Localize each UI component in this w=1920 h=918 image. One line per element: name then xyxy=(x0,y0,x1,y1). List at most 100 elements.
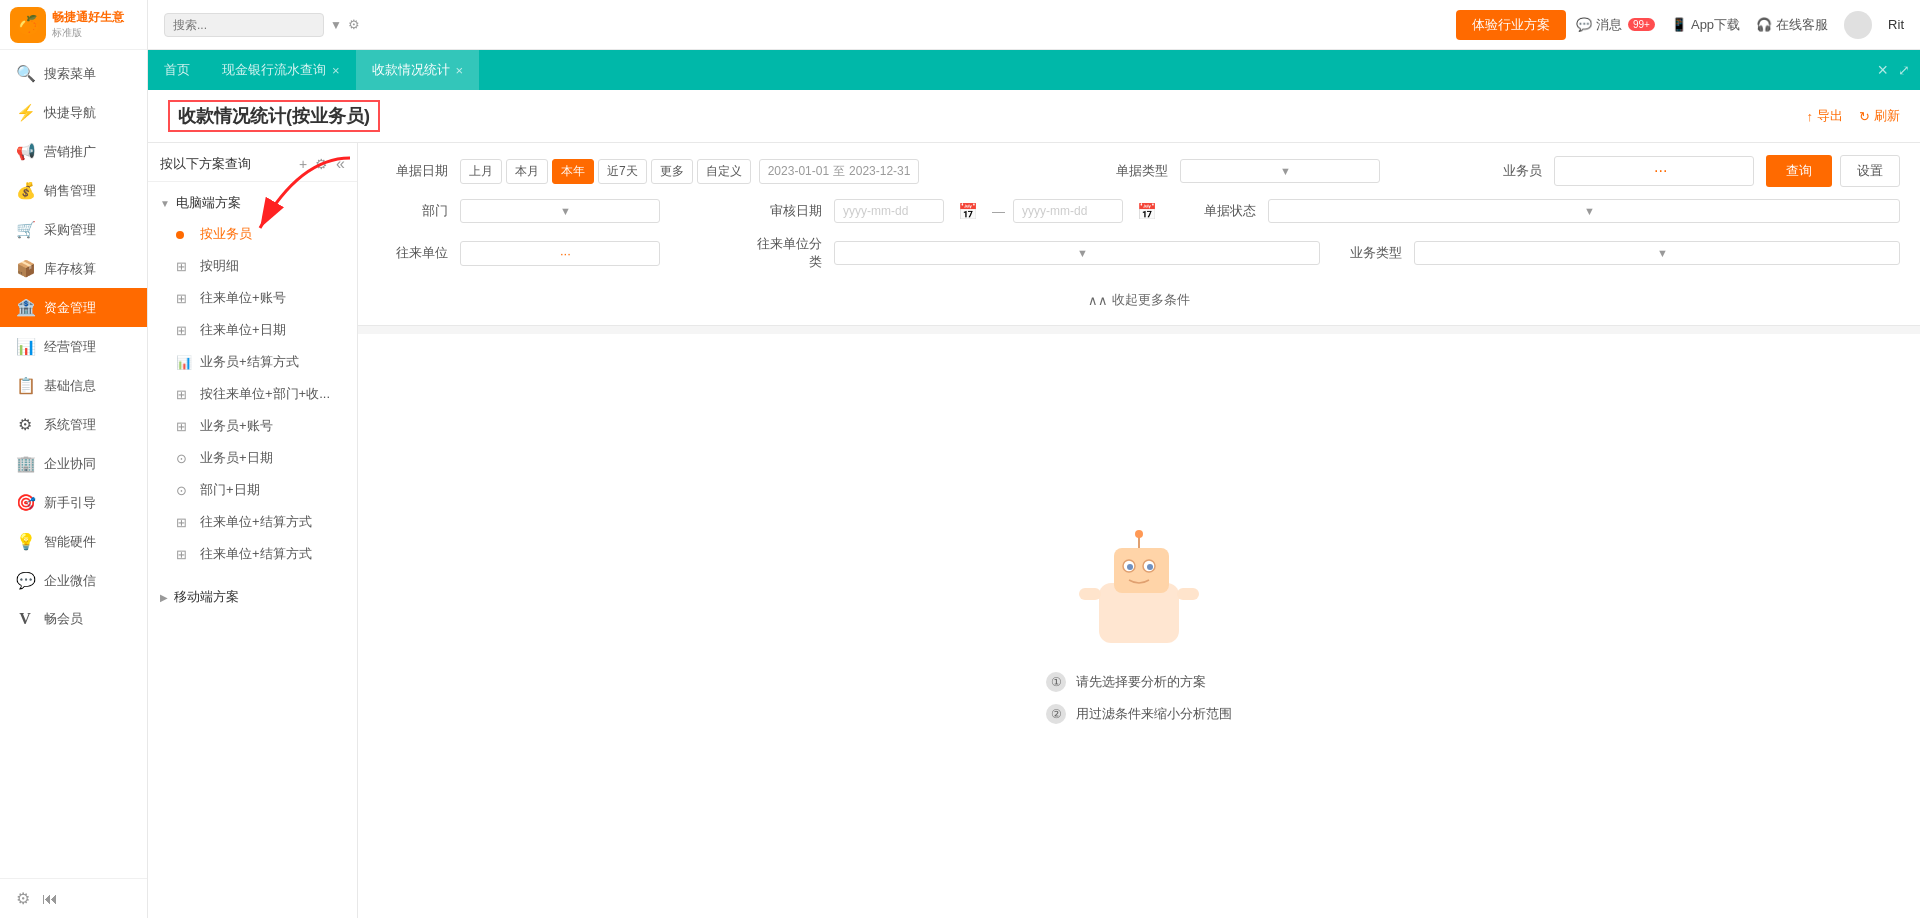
customer-category-select[interactable]: ▼ xyxy=(834,241,1320,265)
scheme-item-unit-settlement2[interactable]: ⊞ 往来单位+结算方式 xyxy=(148,538,357,570)
audit-end-input[interactable]: yyyy-mm-dd xyxy=(1013,199,1123,223)
scheme-category-desktop[interactable]: ▼ 电脑端方案 xyxy=(148,188,357,218)
sidebar-item-purchase[interactable]: 🛒 采购管理 xyxy=(0,210,147,249)
user-name[interactable]: Rit xyxy=(1888,17,1904,32)
scheme-item-by-staff[interactable]: 按业务员 xyxy=(148,218,357,250)
sidebar-item-wechat[interactable]: 💬 企业微信 xyxy=(0,561,147,600)
customer-input[interactable]: ··· xyxy=(460,241,660,266)
tab-collection-close[interactable]: × xyxy=(456,63,464,78)
sidebar-item-marketing[interactable]: 📢 营销推广 xyxy=(0,132,147,171)
sidebar-item-operations[interactable]: 📊 经营管理 xyxy=(0,327,147,366)
date-btn-7days[interactable]: 近7天 xyxy=(598,159,647,184)
dept-select[interactable]: ▼ xyxy=(460,199,660,223)
left-panel-collapse-icon[interactable]: « xyxy=(336,155,345,173)
doc-type-select[interactable]: ▼ xyxy=(1180,159,1380,183)
wechat-icon: 💬 xyxy=(16,571,34,590)
date-btn-custom[interactable]: 自定义 xyxy=(697,159,751,184)
scheme-category-mobile[interactable]: ▶ 移动端方案 xyxy=(148,582,357,612)
operations-icon: 📊 xyxy=(16,337,34,356)
date-btn-last-month[interactable]: 上月 xyxy=(460,159,502,184)
customer-more-icon[interactable]: ··· xyxy=(560,246,651,261)
right-panel: 单据日期 上月 本月 本年 近7天 更多 自定义 2023- xyxy=(358,143,1920,918)
audit-start-input[interactable]: yyyy-mm-dd xyxy=(834,199,944,223)
doc-status-select[interactable]: ▼ xyxy=(1268,199,1900,223)
staff-select[interactable]: ··· xyxy=(1554,156,1754,186)
tab-close-all-icon[interactable]: × xyxy=(1877,60,1888,81)
empty-state-area: ① 请先选择要分析的方案 ② 用过滤条件来缩小分析范围 xyxy=(358,334,1920,918)
query-actions: 查询 设置 xyxy=(1766,155,1900,187)
scheme-item-dept-date[interactable]: ⊙ 部门+日期 xyxy=(148,474,357,506)
app-download-button[interactable]: 📱 App下载 xyxy=(1671,16,1740,34)
left-panel-settings-icon[interactable]: ⚙ xyxy=(315,156,328,172)
scheme-item-unit-dept[interactable]: ⊞ 按往来单位+部门+收... xyxy=(148,378,357,410)
sidebar-item-enterprise[interactable]: 🏢 企业协同 xyxy=(0,444,147,483)
user-avatar[interactable] xyxy=(1844,11,1872,39)
empty-state-content: ① 请先选择要分析的方案 ② 用过滤条件来缩小分析范围 xyxy=(1046,528,1232,724)
sidebar-item-inventory[interactable]: 📦 库存核算 xyxy=(0,249,147,288)
date-btn-this-month[interactable]: 本月 xyxy=(506,159,548,184)
breadcrumb-settings-icon[interactable]: ⚙ xyxy=(348,17,360,32)
tab-bank-flow-close[interactable]: × xyxy=(332,63,340,78)
tab-controls: × ⤢ xyxy=(1867,50,1920,90)
dept-control: ▼ xyxy=(460,199,740,223)
scheme-item-by-detail[interactable]: ⊞ 按明细 xyxy=(148,250,357,282)
breadcrumb-dropdown-icon[interactable]: ▼ xyxy=(330,18,342,32)
sidebar-item-smart-hw[interactable]: 💡 智能硬件 xyxy=(0,522,147,561)
business-type-select[interactable]: ▼ xyxy=(1414,241,1900,265)
export-button[interactable]: ↑ 导出 xyxy=(1807,107,1844,125)
sidebar-item-member[interactable]: V 畅会员 xyxy=(0,600,147,638)
customer-category-control: ▼ xyxy=(834,241,1320,265)
date-btn-more[interactable]: 更多 xyxy=(651,159,693,184)
tab-home[interactable]: 首页 xyxy=(148,50,206,90)
trial-button[interactable]: 体验行业方案 xyxy=(1456,10,1566,40)
settings-button[interactable]: 设置 xyxy=(1840,155,1900,187)
scheme-item-unit-settlement1[interactable]: ⊞ 往来单位+结算方式 xyxy=(148,506,357,538)
export-icon: ↑ xyxy=(1807,109,1814,124)
sidebar-item-basic-info[interactable]: 📋 基础信息 xyxy=(0,366,147,405)
dept-dropdown-icon: ▼ xyxy=(560,205,651,217)
scheme-item-staff-settlement[interactable]: 📊 业务员+结算方式 xyxy=(148,346,357,378)
scheme-item-unit-date[interactable]: ⊞ 往来单位+日期 xyxy=(148,314,357,346)
scheme-item-staff-date[interactable]: ⊙ 业务员+日期 xyxy=(148,442,357,474)
scheme-item-staff-account[interactable]: ⊞ 业务员+账号 xyxy=(148,410,357,442)
sidebar-nav: 🔍 搜索菜单 ⚡ 快捷导航 📢 营销推广 💰 销售管理 🛒 采购管理 📦 库存核… xyxy=(0,50,147,878)
query-button[interactable]: 查询 xyxy=(1766,155,1832,187)
tab-maximize-icon[interactable]: ⤢ xyxy=(1898,62,1910,78)
date-btn-this-year[interactable]: 本年 xyxy=(552,159,594,184)
breadcrumb-input[interactable] xyxy=(164,13,324,37)
sidebar-item-sales[interactable]: 💰 销售管理 xyxy=(0,171,147,210)
scheme-section-desktop: ▼ 电脑端方案 按业务员 ⊞ 按明细 ⊞ xyxy=(148,182,357,576)
robot-svg xyxy=(1069,528,1209,648)
sidebar-item-system[interactable]: ⚙ 系统管理 xyxy=(0,405,147,444)
collapse-more-btn[interactable]: ∧∧ 收起更多条件 xyxy=(378,283,1900,313)
sidebar-item-guide[interactable]: 🎯 新手引导 xyxy=(0,483,147,522)
online-service-button[interactable]: 🎧 在线客服 xyxy=(1756,16,1828,34)
messages-icon: 💬 xyxy=(1576,17,1592,32)
scheme-item-unit-account[interactable]: ⊞ 往来单位+账号 xyxy=(148,282,357,314)
left-panel-add-icon[interactable]: + xyxy=(299,156,307,172)
tab-bank-flow[interactable]: 现金银行流水查询 × xyxy=(206,50,356,90)
page-header: 收款情况统计(按业务员) ↑ 导出 ↻ 刷新 xyxy=(148,90,1920,143)
desktop-toggle-icon: ▼ xyxy=(160,198,170,209)
unit-settlement1-icon: ⊞ xyxy=(176,515,192,530)
audit-date-calendar-icon-2[interactable]: 📅 xyxy=(1131,202,1163,221)
staff-more-icon[interactable]: ··· xyxy=(1654,162,1745,180)
sidebar-item-quick-nav[interactable]: ⚡ 快捷导航 xyxy=(0,93,147,132)
settings-bottom-icon[interactable]: ⚙ xyxy=(16,889,30,908)
left-panel: 按以下方案查询 + ⚙ « ▼ 电脑端方案 xyxy=(148,143,358,918)
sidebar-item-search-menu[interactable]: 🔍 搜索菜单 xyxy=(0,54,147,93)
refresh-button[interactable]: ↻ 刷新 xyxy=(1859,107,1900,125)
mobile-toggle-icon: ▶ xyxy=(160,592,168,603)
svg-point-5 xyxy=(1147,564,1153,570)
customer-control: ··· xyxy=(460,241,740,266)
sidebar-item-finance[interactable]: 🏦 资金管理 xyxy=(0,288,147,327)
audit-date-calendar-icon-1[interactable]: 📅 xyxy=(952,202,984,221)
tab-collection-stats[interactable]: 收款情况统计 × xyxy=(356,50,480,90)
marketing-icon: 📢 xyxy=(16,142,34,161)
page-content: 收款情况统计(按业务员) ↑ 导出 ↻ 刷新 按以下方案查询 + xyxy=(148,90,1920,918)
business-type-control: ▼ xyxy=(1414,241,1900,265)
tab-bar: 首页 现金银行流水查询 × 收款情况统计 × × ⤢ xyxy=(148,50,1920,90)
messages-button[interactable]: 💬 消息 99+ xyxy=(1576,16,1655,34)
collapse-sidebar-icon[interactable]: ⏮ xyxy=(42,890,58,908)
svg-point-9 xyxy=(1135,530,1143,538)
